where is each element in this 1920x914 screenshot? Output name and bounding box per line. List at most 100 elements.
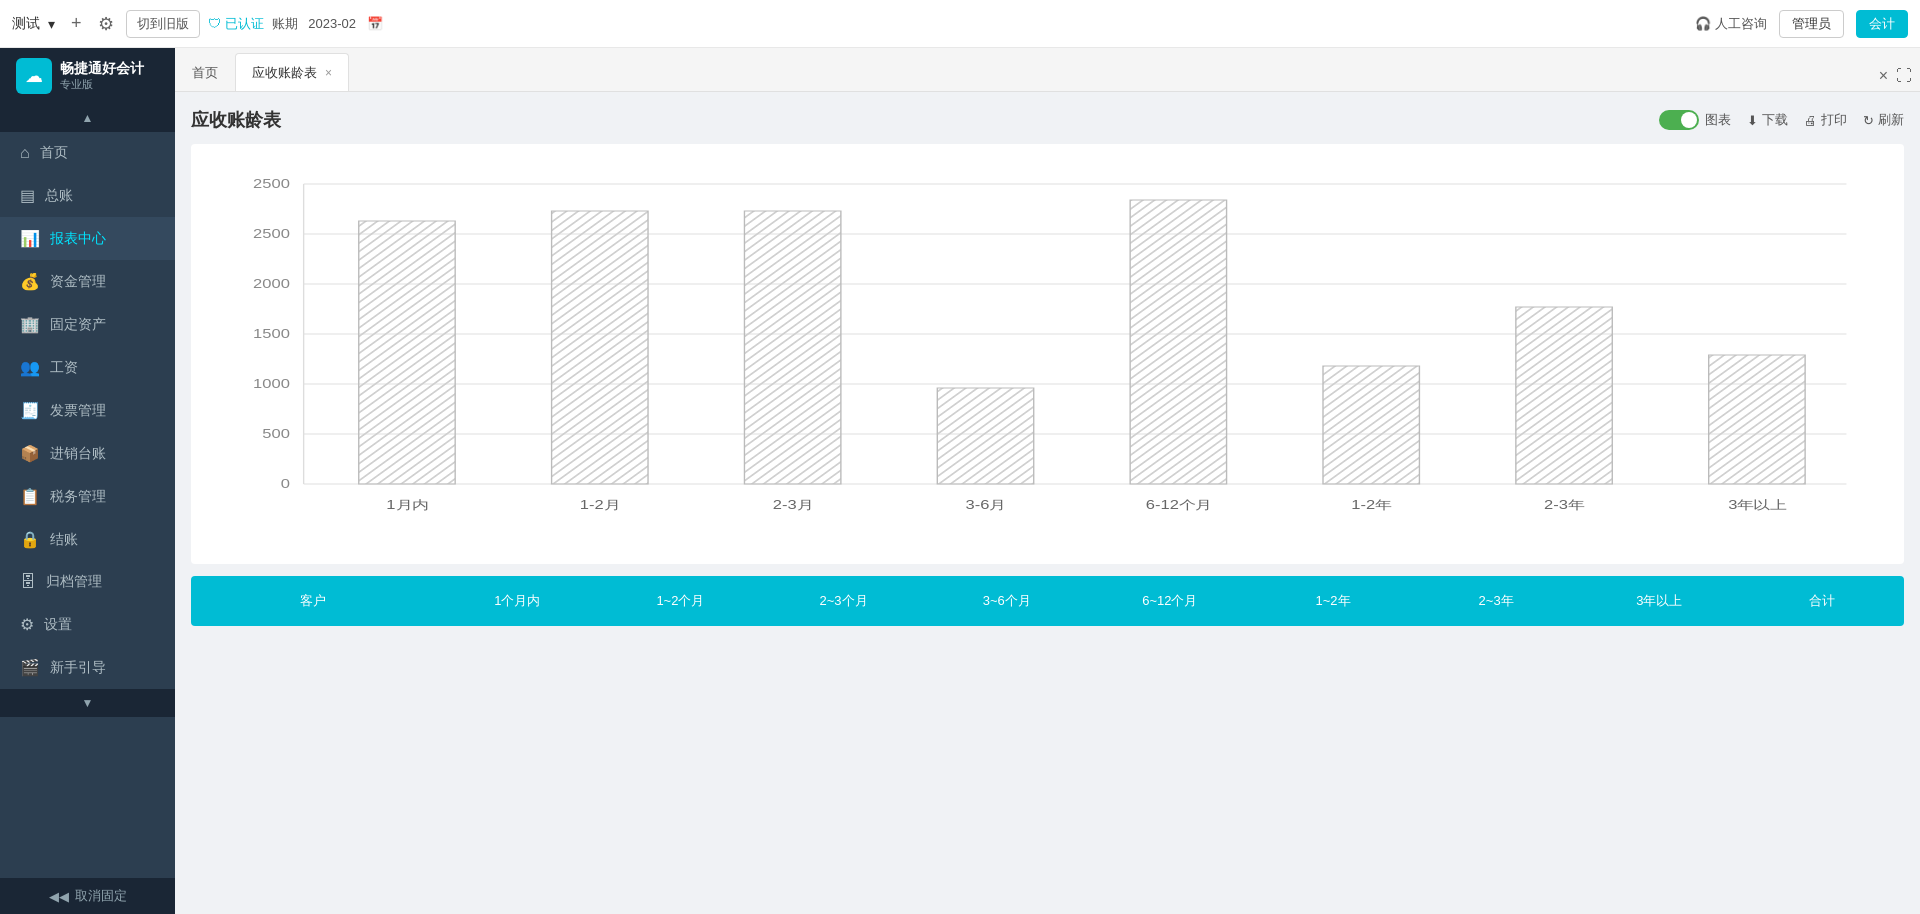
content-area: 首页 应收账龄表 × × ⛶ 应收账龄表 图表 — [175, 48, 1920, 914]
sidebar-scroll-up[interactable]: ▲ — [0, 104, 175, 132]
topbar-actions: + ⚙ 切到旧版 🛡 已认证 账期 2023-02 📅 — [67, 9, 383, 39]
svg-text:3-6月: 3-6月 — [966, 498, 1006, 511]
svg-text:2-3月: 2-3月 — [773, 498, 813, 511]
sidebar-item-close[interactable]: 🔒 结账 — [0, 518, 175, 561]
page-header: 应收账龄表 图表 ⬇ 下载 🖨 打印 ↻ — [191, 108, 1904, 132]
chart-toggle-switch[interactable] — [1659, 110, 1699, 130]
chart-toggle-label: 图表 — [1705, 111, 1731, 129]
archive-icon: 🗄 — [20, 573, 36, 591]
guide-icon: 🎬 — [20, 658, 40, 677]
home-icon: ⌂ — [20, 144, 30, 162]
svg-text:1-2年: 1-2年 — [1351, 498, 1391, 511]
page-title: 应收账龄表 — [191, 108, 281, 132]
funds-icon: 💰 — [20, 272, 40, 291]
settings-button[interactable]: ⚙ — [94, 9, 118, 39]
sidebar-item-tax-label: 税务管理 — [50, 488, 106, 506]
sidebar-item-tax[interactable]: 📋 税务管理 — [0, 475, 175, 518]
col-2-3month: 2~3个月 — [762, 576, 925, 626]
chevron-down-icon: ▾ — [48, 16, 55, 32]
sidebar-item-guide-label: 新手引导 — [50, 659, 106, 677]
sidebar-item-archive[interactable]: 🗄 归档管理 — [0, 561, 175, 603]
sidebar-item-guide[interactable]: 🎬 新手引导 — [0, 646, 175, 689]
headset-icon: 🎧 — [1695, 16, 1711, 31]
payroll-icon: 👥 — [20, 358, 40, 377]
bar-1月内: 1月内 — [359, 221, 455, 511]
sidebar-item-purchase[interactable]: 📦 进销台账 — [0, 432, 175, 475]
sidebar-item-home[interactable]: ⌂ 首页 — [0, 132, 175, 174]
reports-icon: 📊 — [20, 229, 40, 248]
topbar: 测试 ▾ + ⚙ 切到旧版 🛡 已认证 账期 2023-02 📅 🎧 人工咨询 … — [0, 0, 1920, 48]
invoice-icon: 🧾 — [20, 401, 40, 420]
svg-text:2500: 2500 — [253, 177, 290, 190]
svg-text:6-12个月: 6-12个月 — [1146, 498, 1211, 511]
expand-button[interactable]: ⛶ — [1896, 67, 1912, 85]
unpin-icon: ◀◀ — [49, 889, 69, 904]
tabs-bar: 首页 应收账龄表 × × ⛶ — [175, 48, 1920, 92]
add-company-button[interactable]: + — [67, 9, 86, 38]
tabs-bar-right: × ⛶ — [1879, 67, 1920, 91]
col-3-6month: 3~6个月 — [925, 576, 1088, 626]
assets-icon: 🏢 — [20, 315, 40, 334]
svg-rect-28 — [1516, 307, 1612, 484]
sidebar-item-ledger[interactable]: ▤ 总账 — [0, 174, 175, 217]
bar-1-2月: 1-2月 — [552, 211, 648, 511]
svg-text:2500: 2500 — [253, 227, 290, 240]
logo-text: 畅捷通好会计 — [60, 60, 144, 77]
support-button[interactable]: 🎧 人工咨询 — [1695, 15, 1767, 33]
download-button[interactable]: ⬇ 下载 — [1747, 111, 1788, 129]
sidebar-item-reports-label: 报表中心 — [50, 230, 106, 248]
sidebar-item-assets[interactable]: 🏢 固定资产 — [0, 303, 175, 346]
ledger-icon: ▤ — [20, 186, 35, 205]
svg-text:1000: 1000 — [253, 377, 290, 390]
sidebar-scroll-down[interactable]: ▼ — [0, 689, 175, 717]
svg-rect-26 — [1323, 366, 1419, 484]
svg-rect-30 — [1709, 355, 1805, 484]
sidebar-item-payroll-label: 工资 — [50, 359, 78, 377]
company-selector[interactable]: 测试 ▾ — [12, 15, 55, 33]
col-1-2year: 1~2年 — [1251, 576, 1414, 626]
sidebar-scroll: ▲ ⌂ 首页 ▤ 总账 📊 报表中心 💰 资金管理 🏢 固定资产 — [0, 104, 175, 878]
tab-home[interactable]: 首页 — [175, 53, 235, 91]
chart-toggle[interactable]: 图表 — [1659, 110, 1731, 130]
company-name: 测试 — [12, 15, 40, 33]
col-6-12month: 6~12个月 — [1088, 576, 1251, 626]
sidebar-item-settings[interactable]: ⚙ 设置 — [0, 603, 175, 646]
period-label: 账期 2023-02 📅 — [272, 15, 383, 33]
tab-close-icon[interactable]: × — [325, 66, 332, 80]
sidebar-item-settings-label: 设置 — [44, 616, 72, 634]
svg-text:500: 500 — [262, 427, 290, 440]
certified-icon: 🛡 — [208, 16, 221, 31]
admin-button[interactable]: 管理员 — [1779, 10, 1844, 38]
bar-2-3年: 2-3年 — [1516, 307, 1612, 511]
bar-6-12月: 6-12个月 — [1130, 200, 1226, 511]
page-actions: 图表 ⬇ 下载 🖨 打印 ↻ 刷新 — [1659, 110, 1904, 130]
chart-svg-wrapper: 0 500 1000 1500 2000 2500 2500 — [221, 164, 1874, 544]
col-1-2month: 1~2个月 — [599, 576, 762, 626]
sidebar-item-home-label: 首页 — [40, 144, 68, 162]
refresh-icon: ↻ — [1863, 113, 1874, 128]
sidebar-item-invoice[interactable]: 🧾 发票管理 — [0, 389, 175, 432]
switch-old-version-button[interactable]: 切到旧版 — [126, 10, 200, 38]
role-button[interactable]: 会计 — [1856, 10, 1908, 38]
tab-receivable-aging[interactable]: 应收账龄表 × — [235, 53, 349, 91]
svg-text:3年以上: 3年以上 — [1728, 498, 1785, 511]
svg-rect-20 — [744, 211, 840, 484]
main-layout: ☁ 畅捷通好会计 专业版 ▲ ⌂ 首页 ▤ 总账 📊 报表中心 💰 资金管理 — [0, 48, 1920, 914]
close-panel-button[interactable]: × — [1879, 67, 1888, 85]
refresh-button[interactable]: ↻ 刷新 — [1863, 111, 1904, 129]
sidebar-item-funds[interactable]: 💰 资金管理 — [0, 260, 175, 303]
sidebar-item-invoice-label: 发票管理 — [50, 402, 106, 420]
chart-svg: 0 500 1000 1500 2000 2500 2500 — [221, 164, 1874, 544]
cancel-fixed-button[interactable]: ◀◀ 取消固定 — [0, 878, 175, 914]
sidebar-item-payroll[interactable]: 👥 工资 — [0, 346, 175, 389]
svg-text:1-2月: 1-2月 — [580, 498, 620, 511]
bar-3年以上: 3年以上 — [1709, 355, 1805, 511]
sidebar: ☁ 畅捷通好会计 专业版 ▲ ⌂ 首页 ▤ 总账 📊 报表中心 💰 资金管理 — [0, 48, 175, 914]
sidebar-item-assets-label: 固定资产 — [50, 316, 106, 334]
sidebar-item-reports[interactable]: 📊 报表中心 — [0, 217, 175, 260]
svg-rect-22 — [937, 388, 1033, 484]
print-button[interactable]: 🖨 打印 — [1804, 111, 1847, 129]
calendar-icon[interactable]: 📅 — [367, 16, 383, 31]
svg-rect-24 — [1130, 200, 1226, 484]
svg-text:1500: 1500 — [253, 327, 290, 340]
